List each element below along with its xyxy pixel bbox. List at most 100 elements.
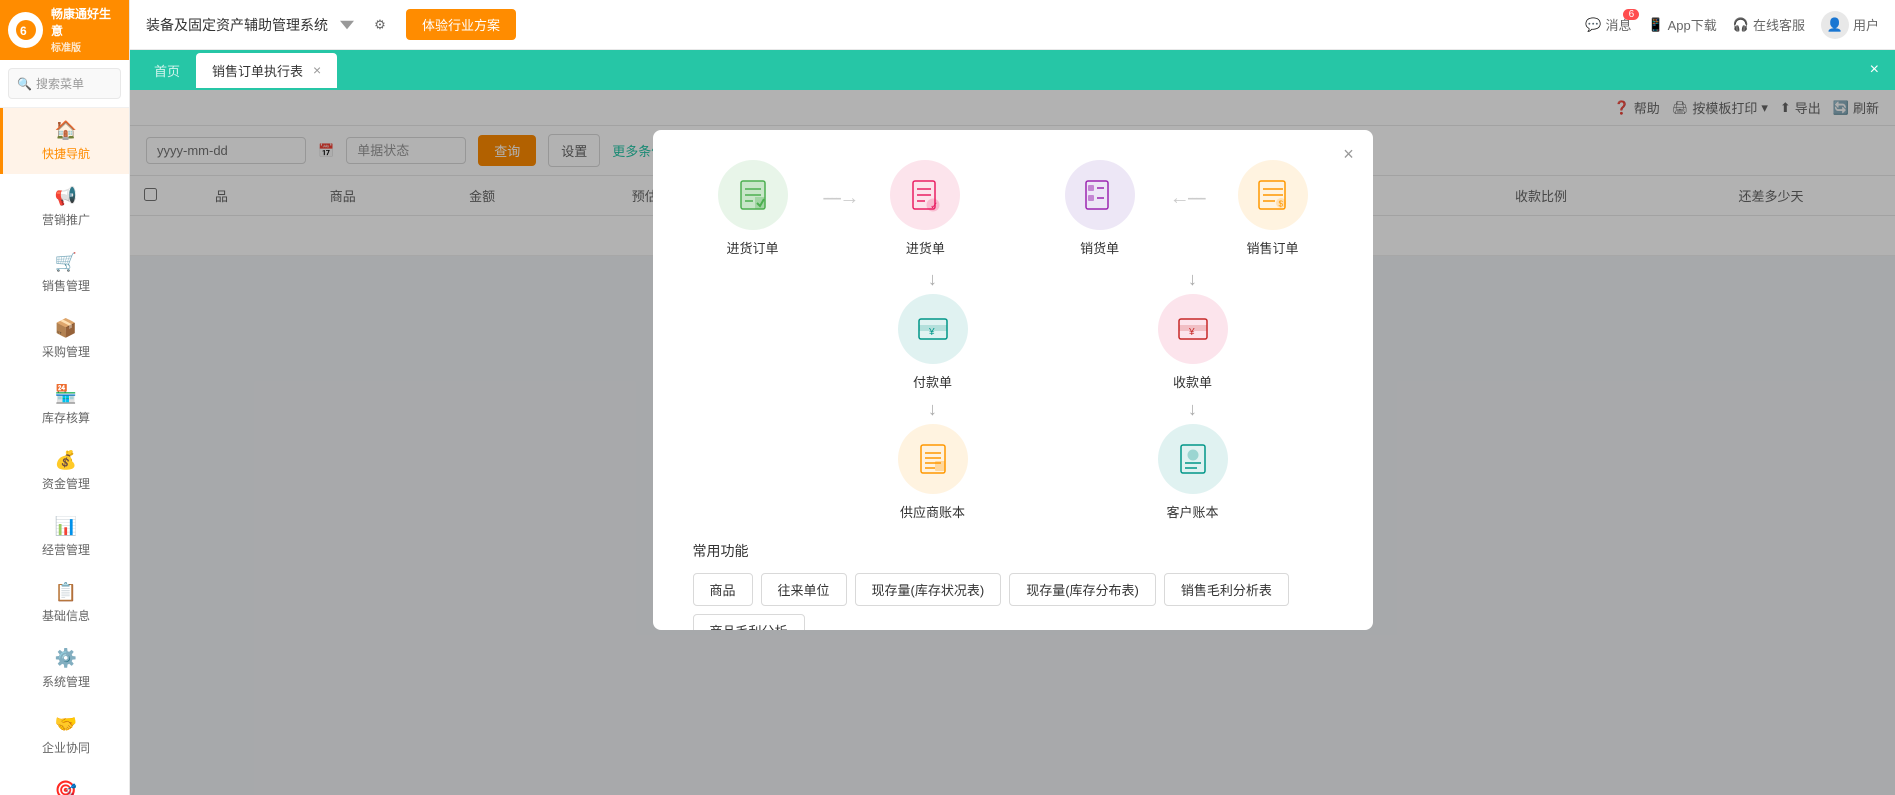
app-download-button[interactable]: 📱 App下载 xyxy=(1647,15,1716,34)
sidebar-item-label: 库存核算 xyxy=(42,409,90,426)
message-icon: 💬 xyxy=(1585,17,1601,33)
arrow-sales-bill-down: ↓ xyxy=(1188,269,1197,290)
func-btn-stock-status[interactable]: 现存量(库存状况表) xyxy=(855,573,1002,606)
operation-icon: 📊 xyxy=(55,516,77,537)
sales-icon: 🛒 xyxy=(55,252,77,273)
arrow-payment-down: ↓ xyxy=(928,399,937,420)
modal-overlay[interactable]: × xyxy=(130,90,1895,795)
flow-node-sales-order[interactable]: $ 销售订单 xyxy=(1213,160,1333,257)
sales-bill-circle xyxy=(1065,160,1135,230)
sidebar-search-area: 🔍 搜索菜单 xyxy=(0,60,129,108)
customer-ledger-circle[interactable] xyxy=(1158,424,1228,494)
flow-node-purchase-order[interactable]: 进货订单 xyxy=(693,160,813,257)
download-icon: 📱 xyxy=(1647,17,1663,33)
sidebar-item-base-info[interactable]: 📋 基础信息 xyxy=(0,570,129,636)
sales-order-circle: $ xyxy=(1238,160,1308,230)
tab-close-button[interactable]: × xyxy=(313,62,321,78)
guide-icon: 🎯 xyxy=(55,780,77,795)
supplier-ledger-circle[interactable] xyxy=(898,424,968,494)
tab-sales-order[interactable]: 销售订单执行表 × xyxy=(196,53,337,88)
sales-order-label: 销售订单 xyxy=(1246,238,1298,257)
modal-close-button[interactable]: × xyxy=(1337,142,1361,166)
purchase-order-circle xyxy=(718,160,788,230)
sidebar-item-marketing[interactable]: 📢 营销推广 xyxy=(0,174,129,240)
func-btn-partner[interactable]: 往来单位 xyxy=(761,573,847,606)
marketing-icon: 📢 xyxy=(55,186,77,207)
trial-button[interactable]: 体验行业方案 xyxy=(406,9,516,40)
enterprise-icon: 🤝 xyxy=(55,714,77,735)
user-avatar: 👤 xyxy=(1821,11,1849,39)
logo-sub: 标准版 xyxy=(51,39,121,54)
sales-bill-label: 销货单 xyxy=(1080,238,1119,257)
sidebar-item-sales[interactable]: 🛒 销售管理 xyxy=(0,240,129,306)
sidebar-item-label: 企业协同 xyxy=(42,739,90,756)
flow-node-purchase-bill[interactable]: ✓ 进货单 xyxy=(865,160,985,257)
sidebar: 6 畅康通好生意 标准版 🔍 搜索菜单 🏠 快捷导航 📢 营销推广 � xyxy=(0,0,130,795)
home-icon: 🏠 xyxy=(55,120,77,141)
payment-bill-label: 付款单 xyxy=(913,372,952,391)
sidebar-nav: 🏠 快捷导航 📢 营销推广 🛒 销售管理 📦 采购管理 🏪 库存核算 💰 xyxy=(0,108,129,795)
func-btn-stock-dist[interactable]: 现存量(库存分布表) xyxy=(1009,573,1156,606)
tab-home[interactable]: 首页 xyxy=(138,53,196,88)
supplier-ledger-label: 供应商账本 xyxy=(900,502,965,521)
logo-icon: 6 xyxy=(8,12,43,48)
service-icon: 🎧 xyxy=(1733,17,1749,33)
customer-ledger-label: 客户账本 xyxy=(1166,502,1218,521)
base-info-icon: 📋 xyxy=(55,582,77,603)
tabbar: 首页 销售订单执行表 × × xyxy=(130,50,1895,90)
sidebar-item-purchase[interactable]: 📦 采购管理 xyxy=(0,306,129,372)
sidebar-item-label: 采购管理 xyxy=(42,343,90,360)
tab-area-close-button[interactable]: × xyxy=(1862,57,1887,83)
purchase-icon: 📦 xyxy=(55,318,77,339)
svg-text:¥: ¥ xyxy=(928,327,935,338)
main-content: 装备及固定资产辅助管理系统 ⚙ 体验行业方案 💬 消息 6 📱 App下载 🎧 xyxy=(130,0,1895,795)
func-btn-product[interactable]: 商品 xyxy=(693,573,753,606)
sidebar-item-label: 系统管理 xyxy=(42,673,90,690)
sidebar-item-quick-nav[interactable]: 🏠 快捷导航 xyxy=(0,108,129,174)
sidebar-item-operation[interactable]: 📊 经营管理 xyxy=(0,504,129,570)
online-service-button[interactable]: 🎧 在线客服 xyxy=(1733,15,1805,34)
svg-text:6: 6 xyxy=(20,24,27,38)
sidebar-item-label: 经营管理 xyxy=(42,541,90,558)
sidebar-item-guide[interactable]: 🎯 新手引导 xyxy=(0,768,129,795)
common-functions: 常用功能 商品 往来单位 现存量(库存状况表) 现存量(库存分布表) 销售毛利分… xyxy=(653,541,1373,630)
common-functions-title: 常用功能 xyxy=(693,541,1333,561)
sidebar-item-finance[interactable]: 💰 资金管理 xyxy=(0,438,129,504)
topbar-actions: 💬 消息 6 📱 App下载 🎧 在线客服 👤 用户 xyxy=(1585,11,1879,39)
sidebar-item-label: 快捷导航 xyxy=(42,145,90,162)
inventory-icon: 🏪 xyxy=(55,384,77,405)
sidebar-item-enterprise[interactable]: 🤝 企业协同 xyxy=(0,702,129,768)
sidebar-item-label: 资金管理 xyxy=(42,475,90,492)
svg-text:¥: ¥ xyxy=(1188,327,1195,338)
sidebar-item-label: 销售管理 xyxy=(42,277,90,294)
purchase-bill-label: 进货单 xyxy=(906,238,945,257)
payment-bill-circle[interactable]: ¥ xyxy=(898,294,968,364)
system-dropdown[interactable] xyxy=(340,18,354,32)
message-button[interactable]: 💬 消息 6 xyxy=(1585,15,1631,34)
func-btn-product-gross[interactable]: 商品毛利分析 xyxy=(693,614,805,630)
func-btn-sales-gross[interactable]: 销售毛利分析表 xyxy=(1164,573,1289,606)
arrow-purchase-to-bill: - - - - → xyxy=(823,187,856,210)
search-menu-button[interactable]: 🔍 搜索菜单 xyxy=(8,68,121,99)
flow-row-middle: ↓ ¥ 付款单 xyxy=(693,277,1333,391)
sidebar-logo: 6 畅康通好生意 标准版 xyxy=(0,0,129,60)
flow-row-top: 进货订单 - - - - → xyxy=(693,160,1333,257)
purchase-order-label: 进货订单 xyxy=(726,238,778,257)
sidebar-item-inventory[interactable]: 🏪 库存核算 xyxy=(0,372,129,438)
svg-text:$: $ xyxy=(1278,200,1283,209)
sidebar-item-system[interactable]: ⚙️ 系统管理 xyxy=(0,636,129,702)
function-buttons-row1: 商品 往来单位 现存量(库存状况表) 现存量(库存分布表) 销售毛利分析表 商品… xyxy=(693,573,1333,630)
flow-node-sales-bill[interactable]: 销货单 xyxy=(1040,160,1160,257)
settings-button[interactable]: ⚙ xyxy=(366,11,394,39)
flow-diagram: 进货订单 - - - - → xyxy=(653,130,1373,541)
sidebar-item-label: 基础信息 xyxy=(42,607,90,624)
message-badge: 6 xyxy=(1623,9,1639,20)
purchase-bill-circle: ✓ xyxy=(890,160,960,230)
logo-title: 畅康通好生意 xyxy=(51,6,121,40)
user-menu[interactable]: 👤 用户 xyxy=(1821,11,1879,39)
topbar: 装备及固定资产辅助管理系统 ⚙ 体验行业方案 💬 消息 6 📱 App下载 🎧 xyxy=(130,0,1895,50)
receipt-bill-circle[interactable]: ¥ xyxy=(1158,294,1228,364)
finance-icon: 💰 xyxy=(55,450,77,471)
flow-row-ledger: ↓ xyxy=(693,407,1333,521)
system-icon: ⚙️ xyxy=(55,648,77,669)
